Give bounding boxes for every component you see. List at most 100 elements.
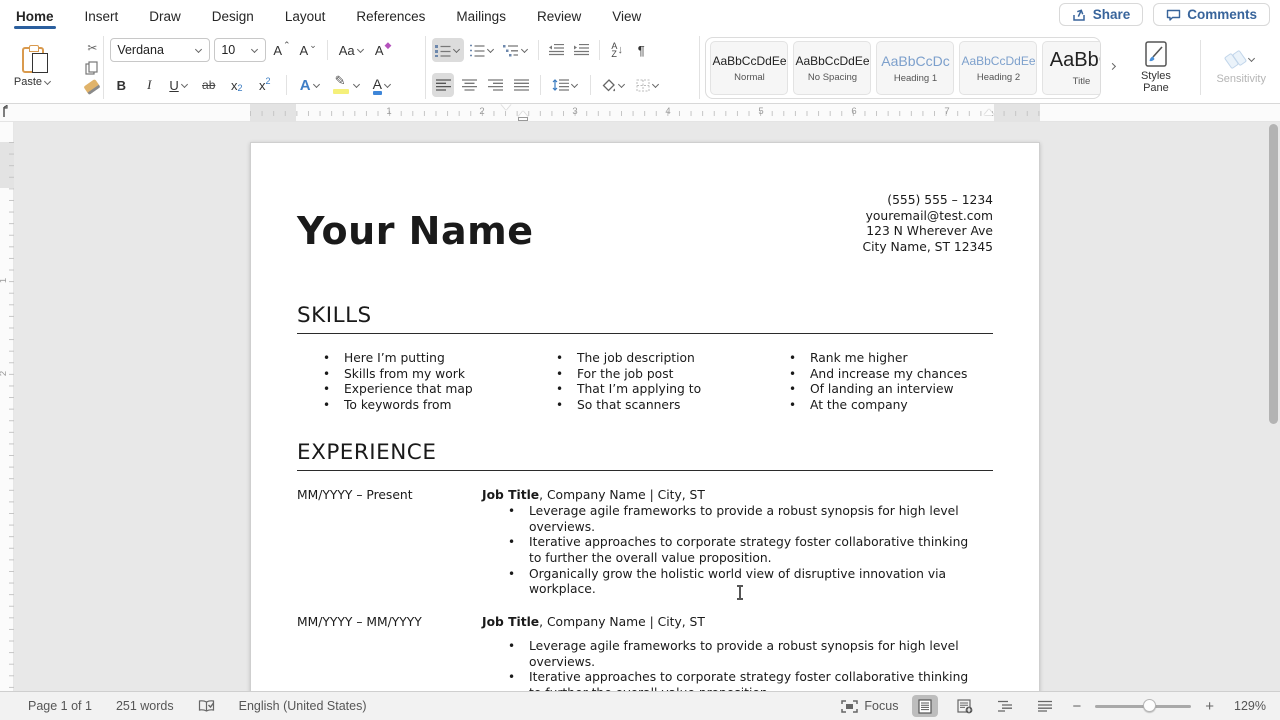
borders-icon — [636, 79, 650, 92]
font-color-button[interactable]: A — [370, 73, 395, 97]
tab-draw[interactable]: Draw — [147, 3, 183, 30]
style-title[interactable]: AaBbC Title — [1042, 41, 1100, 95]
contact-street: 123 N Wherever Ave — [863, 224, 993, 240]
font-name-select[interactable]: Verdana — [110, 38, 210, 62]
contact-block: (555) 555 – 1234 youremail@test.com 123 … — [863, 193, 993, 295]
experience-title: Job Title, Company Name | City, ST — [482, 614, 993, 630]
text-effects-button[interactable]: A — [297, 73, 324, 97]
zoom-level[interactable]: 129% — [1228, 699, 1266, 713]
strikethrough-button[interactable]: ab — [198, 73, 220, 97]
borders-button[interactable] — [633, 73, 663, 97]
experience-heading: EXPERIENCE — [297, 440, 993, 471]
proofing-icon[interactable] — [198, 700, 215, 713]
vertical-scrollbar[interactable] — [1269, 124, 1278, 424]
skills-heading: SKILLS — [297, 303, 993, 334]
outline-view-button[interactable] — [992, 695, 1018, 717]
experience-bullet: Organically grow the holistic world view… — [482, 567, 974, 598]
right-indent-marker[interactable] — [984, 109, 994, 115]
multilevel-list-button[interactable] — [500, 38, 532, 62]
font-size-select[interactable]: 10 — [214, 38, 266, 62]
horizontal-ruler[interactable]: 1 2 3 4 5 6 7 — [0, 104, 1280, 122]
format-painter-button[interactable] — [85, 78, 99, 96]
skills-column-1: Here I’m putting Skills from my work Exp… — [297, 351, 530, 414]
contact-city: City Name, ST 12345 — [863, 240, 993, 256]
copy-button[interactable] — [85, 59, 99, 77]
underline-button[interactable]: U — [166, 73, 191, 97]
tab-review[interactable]: Review — [535, 3, 583, 30]
experience-bullet: Leverage agile frameworks to provide a r… — [482, 504, 974, 535]
style-normal[interactable]: AaBbCcDdEe Normal — [710, 41, 788, 95]
skill-item: The job description — [530, 351, 763, 367]
zoom-out-button[interactable]: − — [1072, 698, 1081, 715]
paste-button[interactable]: Paste — [10, 38, 56, 97]
change-case-button[interactable]: Aa — [336, 38, 368, 62]
justify-button[interactable] — [510, 73, 532, 97]
zoom-slider-thumb[interactable] — [1143, 699, 1156, 712]
sensitivity-button[interactable]: Sensitivity — [1210, 50, 1272, 85]
text-cursor — [739, 586, 741, 599]
style-heading-1[interactable]: AaBbCcDc Heading 1 — [876, 41, 954, 95]
left-indent-marker[interactable] — [518, 117, 528, 121]
document-canvas[interactable]: Your Name (555) 555 – 1234 youremail@tes… — [0, 122, 1280, 691]
zoom-in-button[interactable]: + — [1205, 698, 1214, 715]
multilevel-list-icon — [503, 44, 519, 57]
tab-insert[interactable]: Insert — [83, 3, 121, 30]
subscript-button[interactable]: x2 — [226, 73, 248, 97]
tab-mailings[interactable]: Mailings — [454, 3, 508, 30]
tab-references[interactable]: References — [354, 3, 427, 30]
style-heading-2[interactable]: AaBbCcDdEe Heading 2 — [959, 41, 1037, 95]
skill-item: Here I’m putting — [297, 351, 530, 367]
superscript-button[interactable]: x2 — [254, 73, 276, 97]
page[interactable]: Your Name (555) 555 – 1234 youremail@tes… — [250, 142, 1040, 691]
shading-button[interactable] — [599, 73, 629, 97]
language-status[interactable]: English (United States) — [239, 699, 367, 713]
sensitivity-icon — [1226, 50, 1246, 70]
vertical-ruler[interactable]: 1 2 — [0, 122, 14, 691]
tab-layout[interactable]: Layout — [283, 3, 328, 30]
clear-formatting-button[interactable]: A◆ — [372, 38, 394, 62]
tab-home[interactable]: Home — [14, 3, 56, 30]
align-center-button[interactable] — [458, 73, 480, 97]
comments-button[interactable]: Comments — [1153, 3, 1270, 26]
tab-design[interactable]: Design — [210, 3, 256, 30]
tab-view[interactable]: View — [610, 3, 643, 30]
italic-button[interactable]: I — [138, 73, 160, 97]
align-left-button[interactable] — [432, 73, 454, 97]
sort-button[interactable]: AZ↓ — [606, 38, 628, 62]
align-right-button[interactable] — [484, 73, 506, 97]
skill-item: And increase my chances — [763, 367, 993, 383]
bullets-button[interactable] — [432, 38, 464, 62]
cut-button[interactable]: ✂ — [85, 39, 99, 57]
focus-button[interactable]: Focus — [841, 699, 898, 713]
zoom-slider[interactable] — [1095, 705, 1191, 708]
paste-clipboard-icon — [22, 47, 44, 73]
format-painter-icon — [84, 79, 101, 95]
decrease-indent-button[interactable] — [545, 38, 568, 62]
line-spacing-button[interactable] — [549, 73, 582, 97]
focus-icon — [841, 700, 858, 713]
web-layout-view-button[interactable] — [952, 695, 978, 717]
experience-dates: MM/YYYY – MM/YYYY — [297, 614, 482, 691]
styles-group: AaBbCcDdEe Normal AaBbCcDdEe No Spacing … — [703, 34, 1274, 101]
bold-button[interactable]: B — [110, 73, 132, 97]
print-layout-view-button[interactable] — [912, 695, 938, 717]
draft-view-button[interactable] — [1032, 695, 1058, 717]
skill-item: To keywords from — [297, 398, 530, 414]
word-count[interactable]: 251 words — [116, 699, 174, 713]
font-group: Verdana 10 A⌃ A⌄ Aa A◆ B I U ab x2 x2 A … — [108, 34, 421, 101]
numbering-button[interactable] — [466, 38, 498, 62]
experience-title: Job Title, Company Name | City, ST — [482, 487, 993, 503]
style-no-spacing[interactable]: AaBbCcDdEe No Spacing — [793, 41, 871, 95]
page-count[interactable]: Page 1 of 1 — [28, 699, 92, 713]
shrink-font-button[interactable]: A⌄ — [297, 38, 319, 62]
first-line-indent-marker[interactable] — [501, 104, 511, 110]
styles-gallery-more-button[interactable] — [1109, 63, 1116, 70]
show-paragraph-marks-button[interactable]: ¶ — [630, 38, 652, 62]
increase-indent-button[interactable] — [570, 38, 593, 62]
grow-font-button[interactable]: A⌃ — [270, 38, 292, 62]
highlight-button[interactable]: ✎ — [330, 73, 364, 97]
styles-pane-icon — [1144, 41, 1168, 67]
tab-selector-icon[interactable] — [2, 105, 13, 118]
styles-pane-button[interactable]: Styles Pane — [1122, 41, 1189, 94]
share-button[interactable]: Share — [1059, 3, 1144, 26]
